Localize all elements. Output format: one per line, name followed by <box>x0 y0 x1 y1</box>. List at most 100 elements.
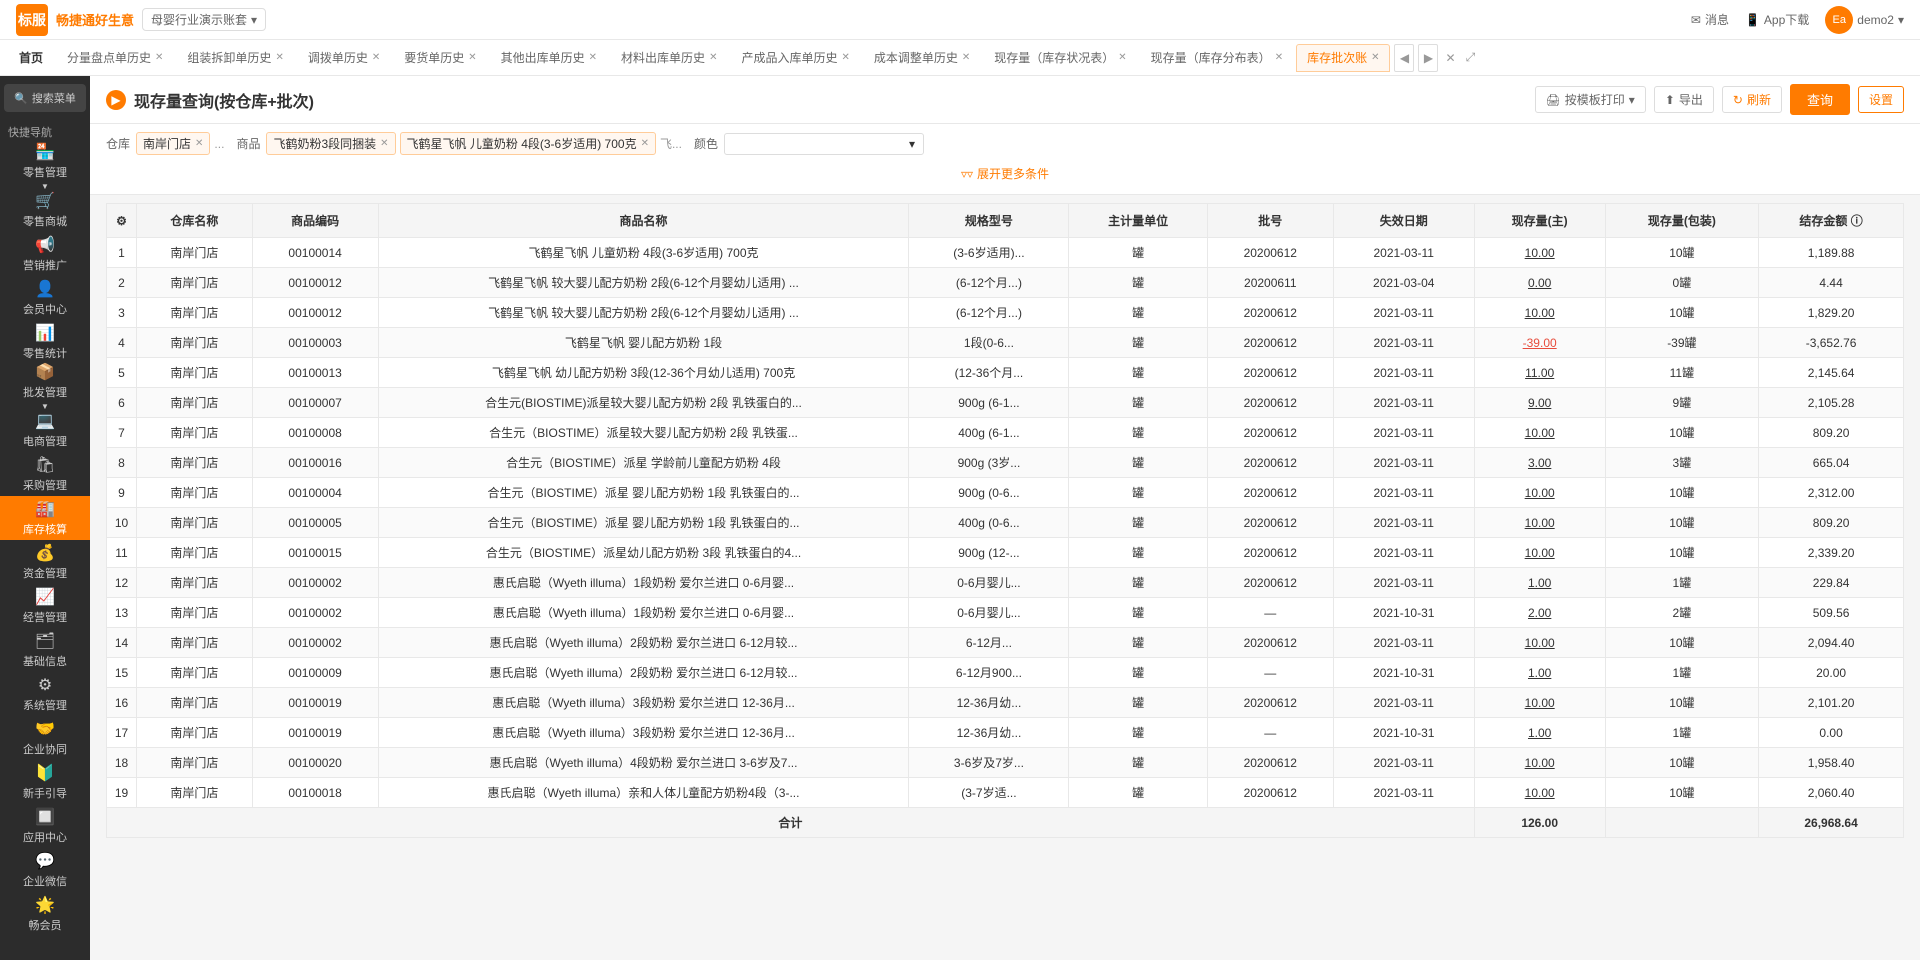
row-qty[interactable]: 1.00 <box>1474 658 1605 688</box>
warehouse-tag-0[interactable]: 南岸门店 ✕ <box>136 132 210 155</box>
settings-btn[interactable]: 设置 <box>1858 86 1904 113</box>
app-download-btn[interactable]: 📱 App下载 <box>1745 11 1809 28</box>
tab-next-btn[interactable]: ▶ <box>1418 44 1438 72</box>
user-avatar[interactable]: Ea demo2 ▾ <box>1825 6 1904 34</box>
row-amount: 2,094.40 <box>1759 628 1904 658</box>
row-unit: 罐 <box>1069 418 1207 448</box>
sidebar-item-mall[interactable]: 🛒 零售商城 <box>0 188 90 232</box>
tab-close-split[interactable]: ✕ <box>155 52 163 63</box>
row-qty[interactable]: 10.00 <box>1474 778 1605 808</box>
row-pkg: 10罐 <box>1605 478 1759 508</box>
refresh-btn[interactable]: ↻ 刷新 <box>1722 86 1782 113</box>
sidebar-item-member2[interactable]: 🌟 畅会员 <box>0 892 90 936</box>
expand-toggle-btn[interactable]: ▶ <box>106 90 126 110</box>
row-spec: 6-12月... <box>909 628 1069 658</box>
row-qty[interactable]: 2.00 <box>1474 598 1605 628</box>
sidebar-item-system[interactable]: ⚙ 系统管理 <box>0 672 90 716</box>
query-btn[interactable]: 查询 <box>1790 84 1850 115</box>
row-qty[interactable]: 10.00 <box>1474 538 1605 568</box>
tab-split[interactable]: 分量盘点单历史 ✕ <box>56 44 174 72</box>
system-icon: ⚙ <box>38 675 52 695</box>
row-amount: 4.44 <box>1759 268 1904 298</box>
goods-tag-close-1[interactable]: ✕ <box>641 138 649 149</box>
goods-tag-0[interactable]: 飞鹤奶粉3段同捆装 ✕ <box>266 132 395 155</box>
row-qty[interactable]: 11.00 <box>1474 358 1605 388</box>
goods-more[interactable]: 飞... <box>660 135 682 152</box>
tab-close-stock-dist[interactable]: ✕ <box>1275 52 1283 63</box>
row-qty[interactable]: 9.00 <box>1474 388 1605 418</box>
sidebar-item-marketing[interactable]: 📢 营销推广 <box>0 232 90 276</box>
row-pkg: 0罐 <box>1605 268 1759 298</box>
tab-product-in[interactable]: 产成品入库单历史 ✕ <box>730 44 860 72</box>
row-expire: 2021-10-31 <box>1333 718 1474 748</box>
row-qty[interactable]: 10.00 <box>1474 238 1605 268</box>
tab-close-disassemble[interactable]: ✕ <box>275 52 283 63</box>
row-amount: 809.20 <box>1759 508 1904 538</box>
messages-btn[interactable]: ✉ 消息 <box>1691 11 1729 28</box>
row-qty[interactable]: 10.00 <box>1474 508 1605 538</box>
row-no: 15 <box>107 658 137 688</box>
sidebar-item-base[interactable]: 🗂 基础信息 <box>0 628 90 672</box>
tab-mix[interactable]: 调拨单历史 ✕ <box>297 44 391 72</box>
warehouse-more[interactable]: ... <box>214 137 224 151</box>
row-qty[interactable]: 0.00 <box>1474 268 1605 298</box>
print-btn[interactable]: 🖨 按模板打印 ▾ <box>1535 86 1646 113</box>
row-qty[interactable]: 1.00 <box>1474 718 1605 748</box>
sidebar-item-stats[interactable]: 📊 零售统计 <box>0 320 90 364</box>
tab-close-other-out[interactable]: ✕ <box>589 52 597 63</box>
sidebar-item-app-center[interactable]: 🔲 应用中心 <box>0 804 90 848</box>
tab-disassemble[interactable]: 组装拆卸单历史 ✕ <box>176 44 294 72</box>
sidebar-item-inventory[interactable]: 🏭 库存核算 <box>0 496 90 540</box>
tab-add-btn[interactable]: ✕ <box>1440 48 1460 68</box>
row-qty[interactable]: 10.00 <box>1474 298 1605 328</box>
tab-batch[interactable]: 库存批次账 ✕ <box>1296 44 1390 72</box>
page-header: ▶ 现存量查询(按仓库+批次) 🖨 按模板打印 ▾ ⬆ 导出 ↻ 刷新 <box>90 76 1920 124</box>
row-qty[interactable]: 3.00 <box>1474 448 1605 478</box>
tab-close-material-out[interactable]: ✕ <box>709 52 717 63</box>
sidebar-item-retail[interactable]: 🏪 零售管理 ▼ <box>0 144 90 188</box>
expand-more-btn[interactable]: ▿▿ 展开更多条件 <box>961 161 1049 186</box>
row-qty[interactable]: 10.00 <box>1474 748 1605 778</box>
tab-material-out[interactable]: 材料出库单历史 ✕ <box>610 44 728 72</box>
col-settings[interactable]: ⚙ <box>107 204 137 238</box>
tab-require[interactable]: 要货单历史 ✕ <box>393 44 487 72</box>
row-qty[interactable]: 10.00 <box>1474 478 1605 508</box>
row-name: 合生元（BIOSTIME）派星 婴儿配方奶粉 1段 乳铁蛋白的... <box>378 478 909 508</box>
row-qty[interactable]: 10.00 <box>1474 418 1605 448</box>
tab-close-batch[interactable]: ✕ <box>1371 52 1379 63</box>
row-qty[interactable]: 10.00 <box>1474 628 1605 658</box>
sidebar-item-ops[interactable]: 📈 经营管理 <box>0 584 90 628</box>
color-select[interactable]: ▾ <box>724 133 924 155</box>
sidebar-item-corp[interactable]: 🤝 企业协同 <box>0 716 90 760</box>
sidebar-item-purchase[interactable]: 🛍 采购管理 <box>0 452 90 496</box>
sidebar-item-member[interactable]: 👤 会员中心 <box>0 276 90 320</box>
tab-stock-dist[interactable]: 现存量（库存分布表） ✕ <box>1140 44 1294 72</box>
row-qty[interactable]: 1.00 <box>1474 568 1605 598</box>
tab-close-cost-adjust[interactable]: ✕ <box>962 52 970 63</box>
tab-close-require[interactable]: ✕ <box>468 52 476 63</box>
sidebar-item-ecommerce[interactable]: 💻 电商管理 <box>0 408 90 452</box>
tab-close-product-in[interactable]: ✕ <box>841 52 849 63</box>
tab-prev-btn[interactable]: ◀ <box>1394 44 1414 72</box>
tab-close-stock-status[interactable]: ✕ <box>1118 52 1126 63</box>
sidebar-item-wholesale[interactable]: 📦 批发管理 ▼ <box>0 364 90 408</box>
sidebar-item-finance[interactable]: 💰 资金管理 <box>0 540 90 584</box>
row-qty[interactable]: 10.00 <box>1474 688 1605 718</box>
row-qty[interactable]: -39.00 <box>1474 328 1605 358</box>
sidebar-item-corp-wechat[interactable]: 💬 企业微信 <box>0 848 90 892</box>
tab-home[interactable]: 首页 <box>8 44 54 72</box>
tab-cost-adjust[interactable]: 成本调整单历史 ✕ <box>863 44 981 72</box>
warehouse-tag-close-0[interactable]: ✕ <box>195 138 203 149</box>
tab-close-mix[interactable]: ✕ <box>372 52 380 63</box>
goods-tag-close-0[interactable]: ✕ <box>380 138 388 149</box>
industry-select[interactable]: 母婴行业演示账套 ▾ <box>142 8 266 31</box>
row-spec: 1段(0-6... <box>909 328 1069 358</box>
export-btn[interactable]: ⬆ 导出 <box>1654 86 1714 113</box>
row-expire: 2021-03-11 <box>1333 508 1474 538</box>
tab-other-out[interactable]: 其他出库单历史 ✕ <box>490 44 608 72</box>
tab-fullscreen-btn[interactable]: ⤢ <box>1460 48 1480 68</box>
sidebar-search-btn[interactable]: 🔍 搜索菜单 <box>4 84 86 112</box>
sidebar-item-guide[interactable]: 🔰 新手引导 <box>0 760 90 804</box>
goods-tag-1[interactable]: 飞鹤星飞帆 儿童奶粉 4段(3-6岁适用) 700克 ✕ <box>400 132 656 155</box>
tab-stock-status[interactable]: 现存量（库存状况表） ✕ <box>983 44 1137 72</box>
